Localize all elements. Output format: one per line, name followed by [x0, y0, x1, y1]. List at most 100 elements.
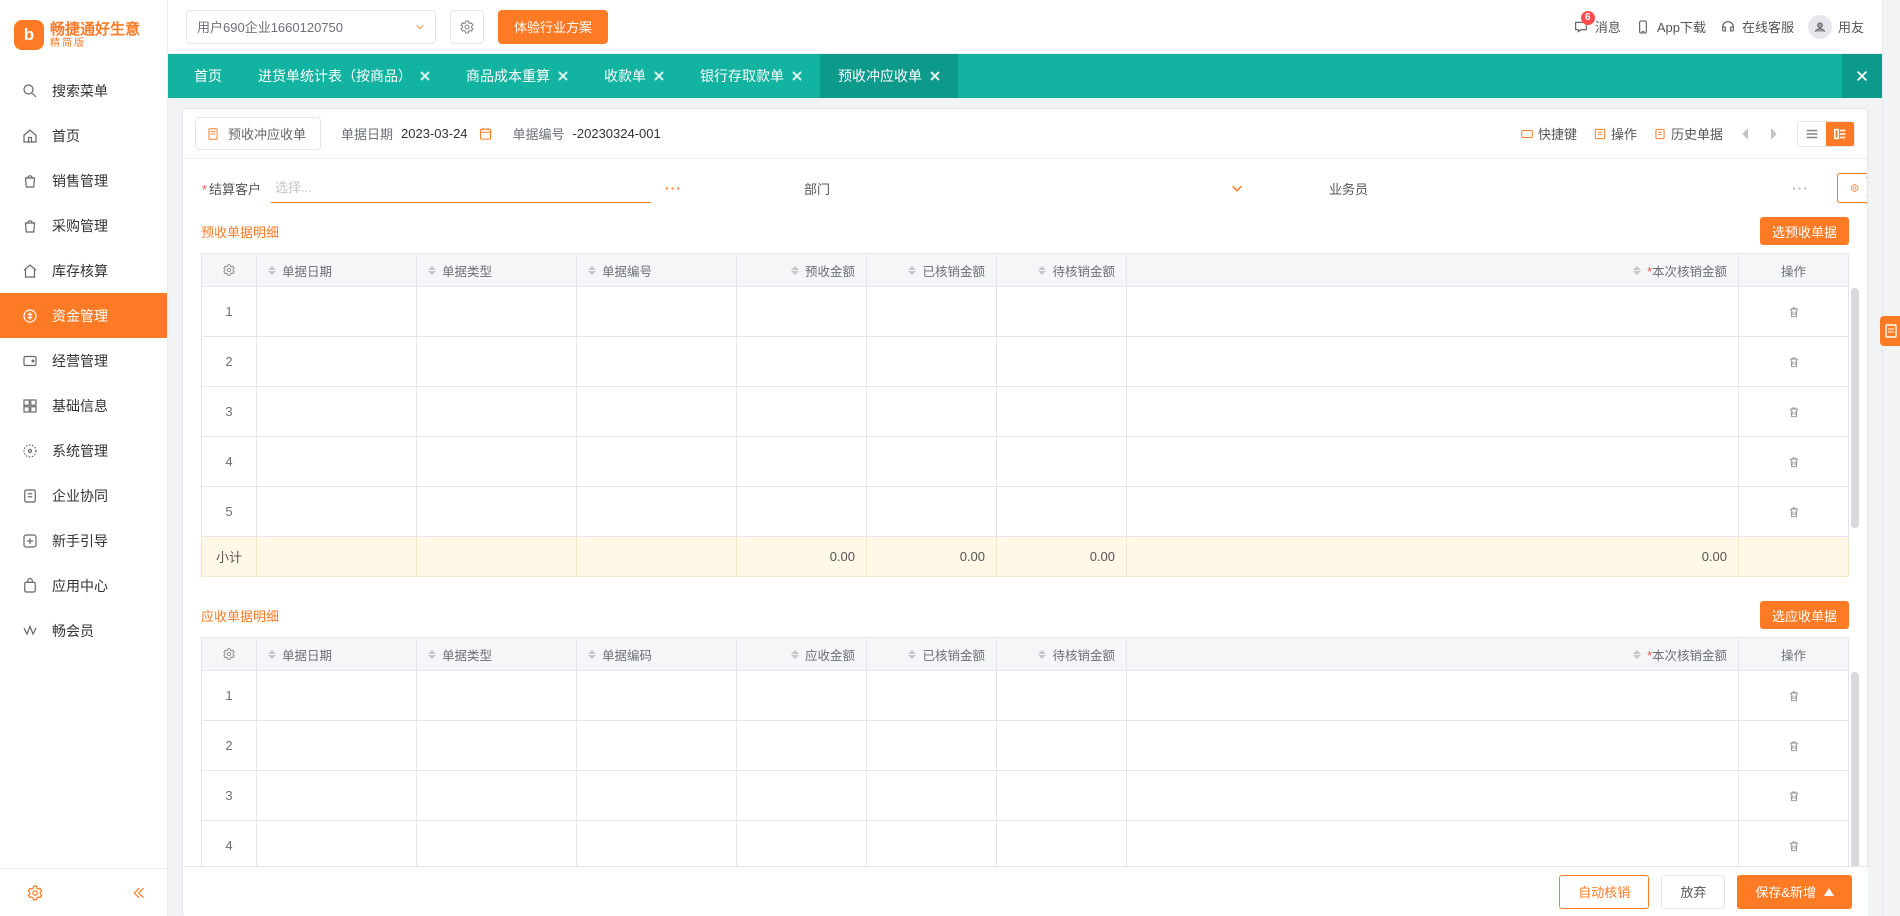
pick-receivable-button[interactable]: 选应收单据	[1760, 601, 1849, 629]
topbar-messages[interactable]: 6 消息	[1573, 17, 1621, 36]
table-row[interactable]: 1	[201, 671, 1849, 721]
view-list-button[interactable]	[1798, 122, 1826, 146]
settings-icon[interactable]	[26, 884, 44, 902]
chevron-down-icon[interactable]	[1230, 181, 1244, 195]
customer-input[interactable]	[271, 173, 651, 203]
prev-doc-button[interactable]	[1735, 124, 1755, 144]
col-written[interactable]: 已核销金额	[867, 253, 997, 287]
table-row[interactable]: 4	[201, 821, 1849, 871]
shortcut-button[interactable]: 快捷键	[1516, 120, 1581, 147]
col-thiswrite[interactable]: *本次核销金额	[1127, 253, 1739, 287]
document-number: 单据编号 -20230324-001	[513, 124, 661, 143]
form-settings-button[interactable]: 设置	[1837, 173, 1868, 203]
sidebar-item-9[interactable]: 企业协同	[0, 473, 167, 518]
document-date-value[interactable]: 2023-03-24	[401, 126, 468, 141]
col-towrite[interactable]: 待核销金额	[997, 637, 1127, 671]
sidebar-item-3[interactable]: 采购管理	[0, 203, 167, 248]
view-split-button[interactable]	[1826, 122, 1854, 146]
history-button[interactable]: 历史单据	[1649, 120, 1727, 147]
sidebar-item-10[interactable]: 新手引导	[0, 518, 167, 563]
tenant-selector[interactable]: 用户690企业1660120750	[186, 10, 436, 44]
actions-button[interactable]: 操作	[1589, 120, 1641, 147]
cta-industry-button[interactable]: 体验行业方案	[498, 10, 608, 44]
tab-5[interactable]: 预收冲应收单	[820, 54, 958, 98]
tenant-settings-button[interactable]	[450, 10, 484, 44]
delete-row-icon[interactable]	[1740, 822, 1847, 869]
tab-4[interactable]: 银行存取款单	[682, 54, 820, 98]
sales-input[interactable]	[1378, 173, 1778, 203]
save-and-new-label: 保存&新增	[1755, 882, 1816, 901]
gear-dash-icon	[20, 441, 40, 461]
sidebar-item-5[interactable]: 资金管理	[0, 293, 167, 338]
sidebar-item-8[interactable]: 系统管理	[0, 428, 167, 473]
tab-close-all[interactable]	[1842, 54, 1882, 98]
close-icon[interactable]	[930, 71, 940, 81]
document-tab[interactable]: 预收冲应收单	[195, 117, 321, 150]
sidebar-item-6[interactable]: 经营管理	[0, 338, 167, 383]
table-row[interactable]: 2	[201, 337, 1849, 387]
bag2-icon	[20, 576, 40, 596]
dept-input[interactable]	[840, 173, 1220, 203]
customer-picker-icon[interactable]: ···	[661, 180, 686, 196]
sidebar-item-0[interactable]: 搜索菜单	[0, 68, 167, 113]
tab-1[interactable]: 进货单统计表（按商品）	[240, 54, 448, 98]
close-icon[interactable]	[792, 71, 802, 81]
table-row[interactable]: 3	[201, 771, 1849, 821]
col-date[interactable]: 单据日期	[257, 637, 417, 671]
scrollbar[interactable]	[1851, 672, 1859, 872]
tab-3[interactable]: 收款单	[586, 54, 682, 98]
collapse-sidebar-icon[interactable]	[129, 884, 147, 902]
col-towrite[interactable]: 待核销金额	[997, 253, 1127, 287]
table-row[interactable]: 1	[201, 287, 1849, 337]
col-type[interactable]: 单据类型	[417, 637, 577, 671]
side-drawer-toggle[interactable]	[1880, 316, 1900, 346]
delete-row-icon[interactable]	[1740, 672, 1847, 719]
col-date[interactable]: 单据日期	[257, 253, 417, 287]
calendar-icon[interactable]	[478, 126, 493, 141]
sidebar-item-7[interactable]: 基础信息	[0, 383, 167, 428]
close-icon[interactable]	[654, 71, 664, 81]
close-icon[interactable]	[420, 71, 430, 81]
delete-row-icon[interactable]	[1740, 722, 1847, 769]
sidebar-item-1[interactable]: 首页	[0, 113, 167, 158]
col-written[interactable]: 已核销金额	[867, 637, 997, 671]
sidebar-item-11[interactable]: 应用中心	[0, 563, 167, 608]
scrollbar[interactable]	[1851, 288, 1859, 528]
tab-2[interactable]: 商品成本重算	[448, 54, 586, 98]
topbar-user[interactable]: 用友	[1808, 15, 1864, 39]
sidebar-item-2[interactable]: 销售管理	[0, 158, 167, 203]
tab-0[interactable]: 首页	[176, 54, 240, 98]
delete-row-icon[interactable]	[1740, 438, 1847, 485]
col-thiswrite[interactable]: *本次核销金额	[1127, 637, 1739, 671]
table-row[interactable]: 4	[201, 437, 1849, 487]
discard-button[interactable]: 放弃	[1661, 875, 1725, 909]
sales-picker-icon[interactable]: ···	[1788, 180, 1813, 196]
col-type[interactable]: 单据类型	[417, 253, 577, 287]
col-gear[interactable]	[201, 253, 257, 287]
view-toggle	[1797, 121, 1855, 147]
col-no[interactable]: 单据编号	[577, 253, 737, 287]
topbar-support[interactable]: 在线客服	[1720, 17, 1794, 36]
col-amount[interactable]: 应收金额	[737, 637, 867, 671]
delete-row-icon[interactable]	[1740, 338, 1847, 385]
field-customer: *结算客户 ···	[201, 173, 686, 203]
delete-row-icon[interactable]	[1740, 288, 1847, 335]
sidebar: b 畅捷通好生意 精简版 搜索菜单首页销售管理采购管理库存核算资金管理经营管理基…	[0, 0, 168, 916]
save-and-new-button[interactable]: 保存&新增	[1737, 875, 1852, 909]
close-icon[interactable]	[558, 71, 568, 81]
table-row[interactable]: 3	[201, 387, 1849, 437]
delete-row-icon[interactable]	[1740, 772, 1847, 819]
table-row[interactable]: 2	[201, 721, 1849, 771]
sidebar-item-12[interactable]: 畅会员	[0, 608, 167, 653]
auto-writeoff-button[interactable]: 自动核销	[1559, 875, 1649, 909]
sidebar-item-4[interactable]: 库存核算	[0, 248, 167, 293]
delete-row-icon[interactable]	[1740, 488, 1847, 535]
col-amount[interactable]: 预收金额	[737, 253, 867, 287]
topbar-app-download[interactable]: App下载	[1635, 17, 1706, 36]
next-doc-button[interactable]	[1763, 124, 1783, 144]
pick-prepay-button[interactable]: 选预收单据	[1760, 217, 1849, 245]
col-gear[interactable]	[201, 637, 257, 671]
delete-row-icon[interactable]	[1740, 388, 1847, 435]
col-no[interactable]: 单据编码	[577, 637, 737, 671]
table-row[interactable]: 5	[201, 487, 1849, 537]
